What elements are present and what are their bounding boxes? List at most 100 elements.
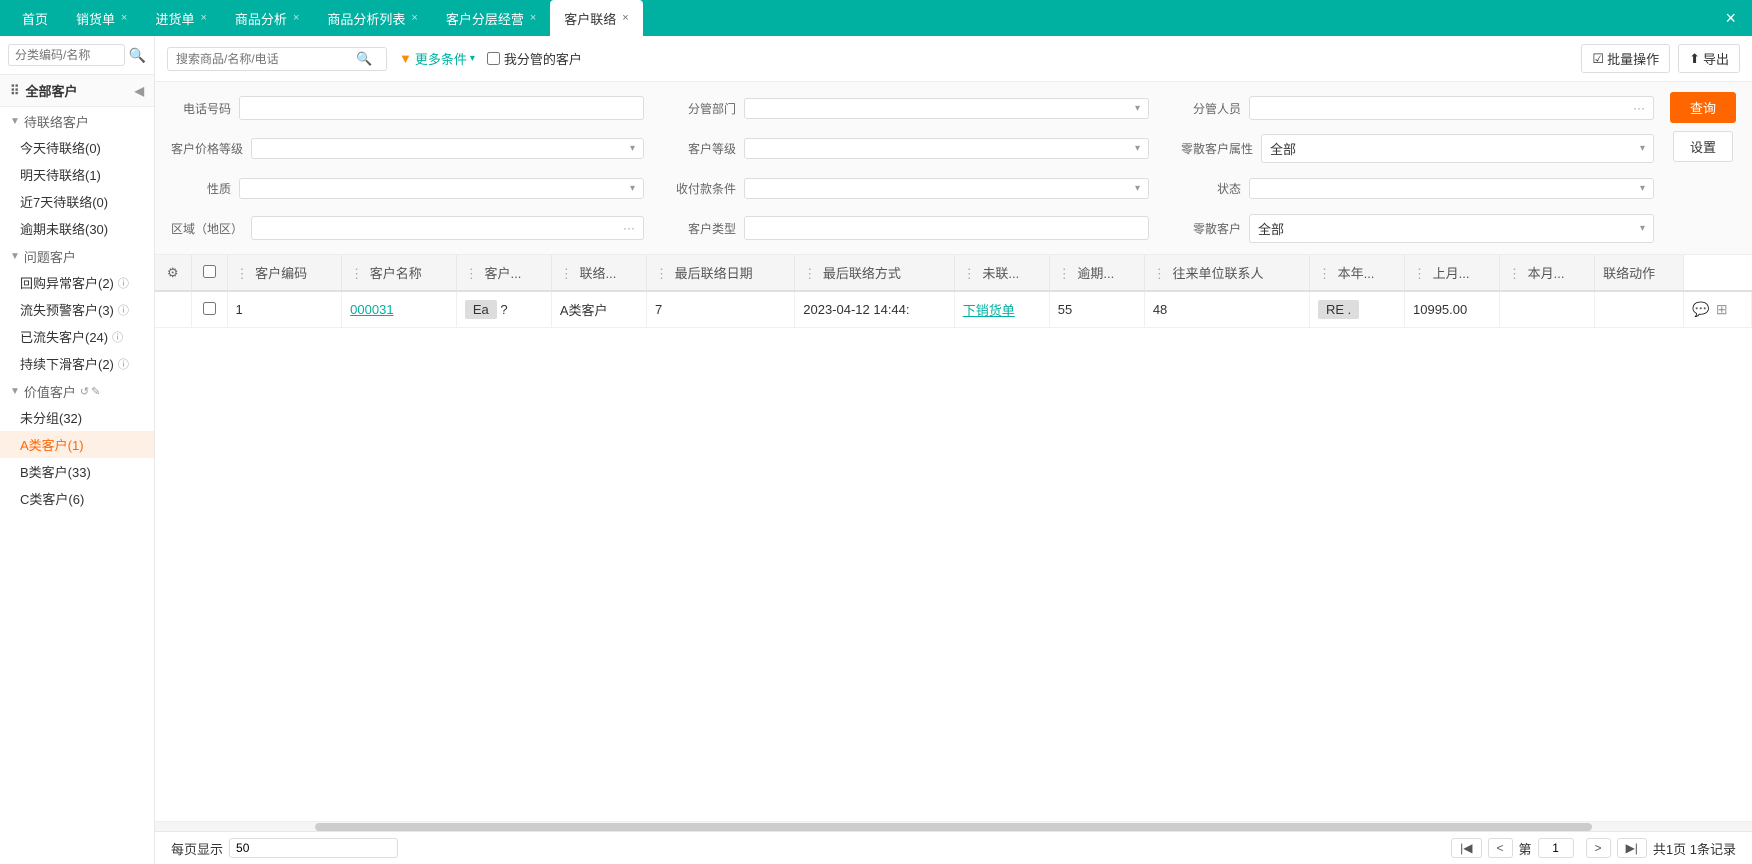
sidebar-search-input[interactable] (8, 44, 125, 66)
person-select[interactable]: ··· (1249, 96, 1654, 120)
nav-home[interactable]: 首页 (8, 0, 62, 36)
qr-icon[interactable]: ⊞ (1716, 301, 1728, 318)
sidebar-group-problem[interactable]: ▼ 问题客户 (0, 242, 154, 269)
select-all-checkbox[interactable] (203, 265, 216, 278)
price-level-select[interactable]: ▾ (251, 138, 644, 159)
sidebar-item-7days[interactable]: 近7天待联络(0) (0, 188, 154, 215)
col-label: 最后联络日期 (675, 266, 753, 281)
nav-label: 客户分层经营 (446, 9, 524, 28)
sidebar-item-today[interactable]: 今天待联络(0) (0, 134, 154, 161)
next-page-button[interactable]: > (1586, 838, 1611, 858)
retail-attr-select[interactable]: 全部 ▾ (1261, 134, 1654, 163)
contact-person: RE . (1318, 300, 1359, 319)
col-label: 往来单位联系人 (1172, 266, 1263, 281)
first-page-button[interactable]: |◀ (1451, 838, 1481, 858)
nav-purchase-order[interactable]: 进货单 × (141, 0, 220, 36)
current-page-input[interactable] (1538, 838, 1574, 858)
col-year-amount-header: ⋮ 本年... (1309, 255, 1404, 291)
search-icon[interactable]: 🔍 (356, 51, 372, 67)
col-last-month-header: ⋮ 上月... (1405, 255, 1500, 291)
my-customer-label: 我分管的客户 (504, 49, 582, 68)
dept-select[interactable]: ▾ (744, 98, 1149, 119)
sidebar-search-icon[interactable]: 🔍 (129, 47, 146, 64)
nav-close-icon[interactable]: × (200, 12, 206, 24)
dots-icon[interactable]: ··· (1633, 101, 1645, 115)
nav-close-icon[interactable]: × (293, 12, 299, 24)
nav-product-analysis[interactable]: 商品分析 × (221, 0, 313, 36)
nav-sales-order[interactable]: 销货单 × (62, 0, 141, 36)
sidebar-group-pending[interactable]: ▼ 待联络客户 (0, 107, 154, 134)
nav-close-icon[interactable]: × (530, 12, 536, 24)
sidebar-item-churned[interactable]: 已流失客户(24) ⓘ (0, 323, 154, 350)
window-close-button[interactable]: × (1717, 4, 1744, 32)
sidebar-item-tomorrow[interactable]: 明天待联络(1) (0, 161, 154, 188)
row-checkbox[interactable] (203, 302, 216, 315)
arrow-down-icon: ▼ (10, 386, 20, 397)
sidebar-all-customers[interactable]: ⠿ 全部客户 ◀ (0, 75, 154, 107)
customer-name: Ea (465, 300, 497, 319)
horizontal-scrollbar[interactable] (315, 823, 1592, 831)
customer-code-link[interactable]: 000031 (350, 302, 393, 317)
nav-close-icon[interactable]: × (411, 12, 417, 24)
row-index: 1 (236, 302, 243, 317)
last-page-button[interactable]: ▶| (1617, 838, 1647, 858)
my-customer-checkbox-wrap[interactable]: 我分管的客户 (487, 49, 582, 68)
row-code-cell[interactable]: 000031 (342, 291, 457, 328)
scrollbar-area (155, 821, 1752, 831)
col-last-method-header: ⋮ 最后联络方式 (795, 255, 954, 291)
collapse-icon[interactable]: ◀ (135, 84, 144, 98)
page-size-input[interactable] (229, 838, 398, 858)
customer-level-select[interactable]: ▾ (744, 138, 1149, 159)
search-input[interactable] (176, 52, 356, 66)
prev-page-button[interactable]: < (1488, 838, 1513, 858)
sidebar-group-value[interactable]: ▼ 价值客户 ↺ ✎ (0, 377, 154, 404)
settings-button[interactable]: 设置 (1673, 131, 1733, 162)
my-customer-checkbox[interactable] (487, 52, 500, 65)
batch-operation-button[interactable]: ☑ 批量操作 (1581, 44, 1670, 73)
info-icon: ⓘ (118, 302, 129, 318)
retail-customer-select[interactable]: 全部 ▾ (1249, 214, 1654, 243)
payment-select[interactable]: ▾ (744, 178, 1149, 199)
sidebar-item-class-c[interactable]: C类客户(6) (0, 485, 154, 512)
row-gear-cell (155, 291, 191, 328)
export-button[interactable]: ⬆ 导出 (1678, 44, 1740, 73)
action-icons-wrap: 💬 ⊞ (1692, 301, 1743, 318)
customer-type-input[interactable] (744, 216, 1149, 240)
chevron-down-icon: ▾ (630, 143, 635, 154)
resizer-icon: ⋮ (350, 266, 363, 281)
filter-row-3: 性质 ▾ 收付款条件 ▾ (171, 172, 1654, 204)
edit-icon[interactable]: ✎ (91, 385, 100, 398)
phone-input[interactable] (239, 96, 644, 120)
chevron-down-icon: ▾ (1640, 183, 1645, 194)
chat-icon[interactable]: 💬 (1692, 301, 1709, 318)
refresh-icon[interactable]: ↺ (80, 385, 89, 398)
sidebar-item-churn-warning[interactable]: 流失预警客户(3) ⓘ (0, 296, 154, 323)
sidebar-item-ungrouped[interactable]: 未分组(32) (0, 404, 154, 431)
filter-row-2: 客户价格等级 ▾ 客户等级 ▾ (171, 132, 1654, 164)
more-filter-button[interactable]: ▼ 更多条件 ▾ (399, 49, 475, 68)
last-contact-method-link[interactable]: 下销货单 (963, 303, 1015, 318)
sidebar-item-class-b[interactable]: B类客户(33) (0, 458, 154, 485)
page-size-label: 每页显示 (171, 839, 223, 858)
sidebar-item-declining[interactable]: 持续下滑客户(2) ⓘ (0, 350, 154, 377)
group-label: 待联络客户 (24, 112, 89, 131)
nav-close-active-icon[interactable]: × (622, 12, 628, 24)
col-label: 客户名称 (370, 266, 422, 281)
query-button[interactable]: 查询 (1670, 92, 1736, 123)
sidebar-item-repurchase[interactable]: 回购异常客户(2) ⓘ (0, 269, 154, 296)
nav-customer-contact[interactable]: 客户联络 × (550, 0, 642, 36)
nav-customer-segmentation[interactable]: 客户分层经营 × (432, 0, 550, 36)
row-overdue-cell: 48 (1144, 291, 1309, 328)
sidebar-item-class-a[interactable]: A类客户(1) (0, 431, 154, 458)
col-label: 联络动作 (1603, 266, 1655, 281)
dots-icon[interactable]: ··· (623, 221, 635, 235)
status-select[interactable]: ▾ (1249, 178, 1654, 199)
nav-product-analysis-list[interactable]: 商品分析列表 × (313, 0, 431, 36)
nav-close-icon[interactable]: × (121, 12, 127, 24)
gear-icon[interactable]: ⚙ (167, 265, 179, 280)
sidebar-item-overdue[interactable]: 逾期未联络(30) (0, 215, 154, 242)
region-select[interactable]: ··· (251, 216, 644, 240)
chevron-down-icon: ▾ (470, 53, 475, 64)
nature-select[interactable]: ▾ (239, 178, 644, 199)
item-label: A类客户(1) (20, 435, 84, 454)
